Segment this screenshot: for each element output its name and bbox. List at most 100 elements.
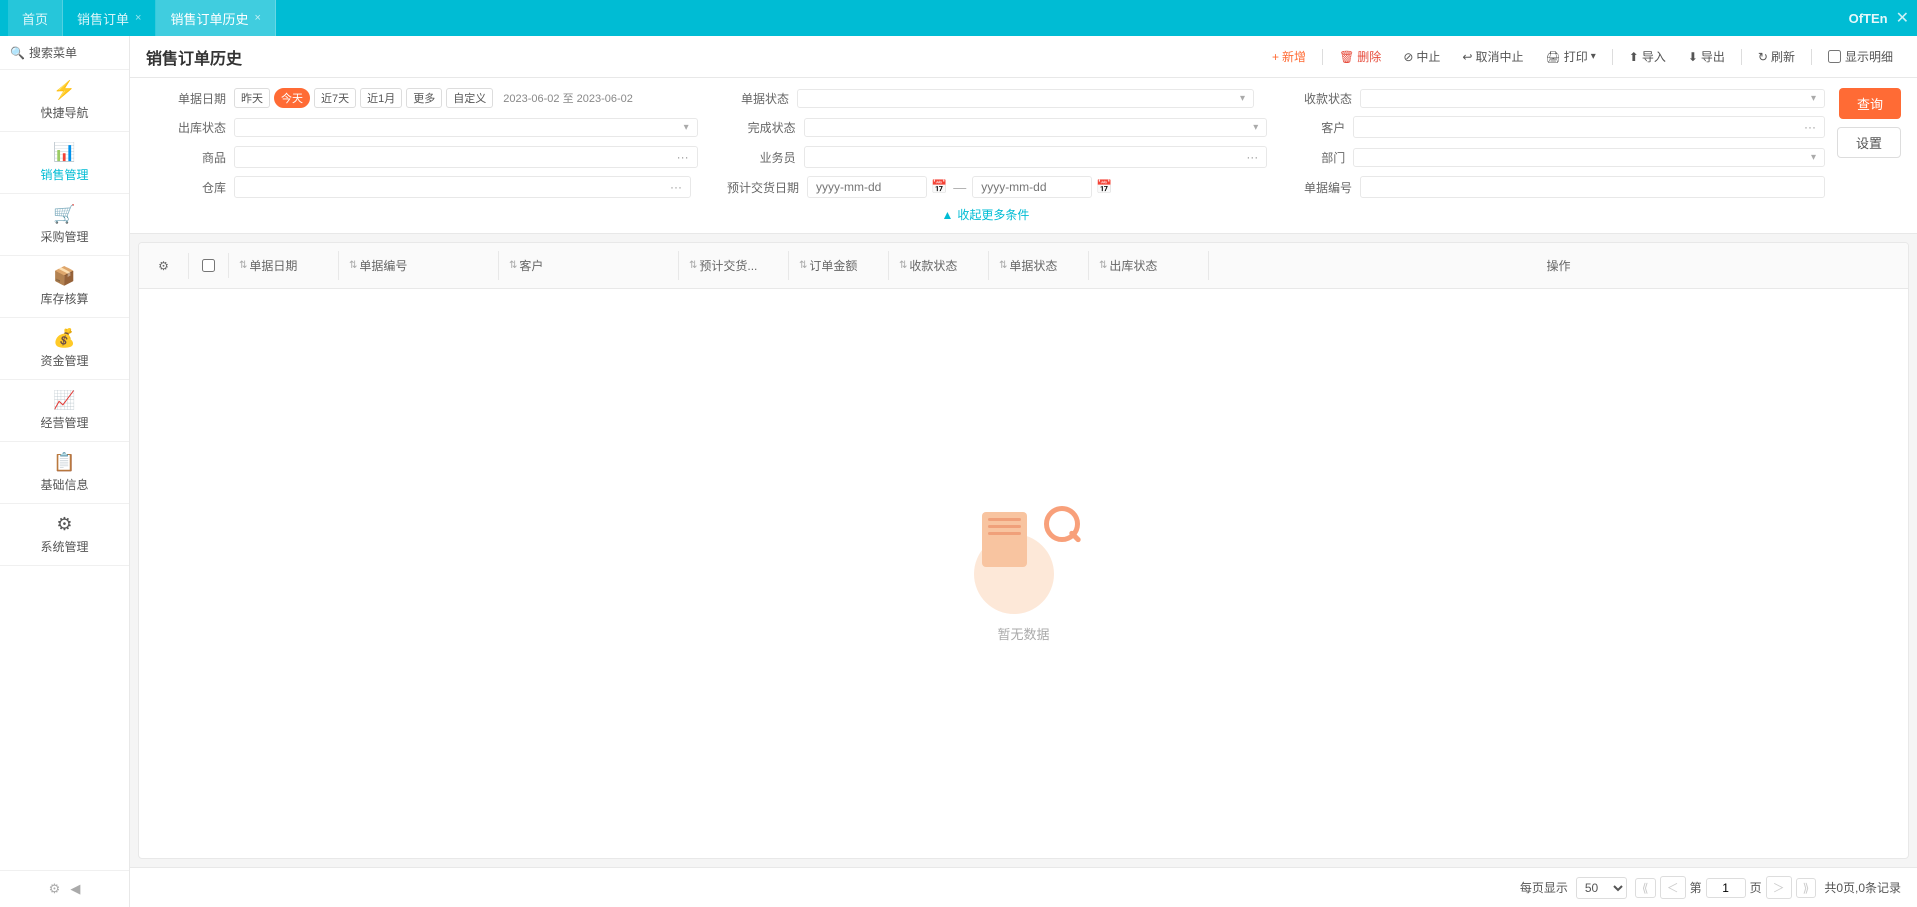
system-mgmt-icon: ⚙: [56, 514, 72, 535]
sidebar-item-ops-mgmt-label: 经营管理: [40, 414, 88, 431]
display-detail-checkbox[interactable]: [1828, 50, 1841, 63]
outbound-status-select[interactable]: ▾: [234, 118, 698, 137]
select-all-checkbox[interactable]: [202, 259, 215, 272]
page-number-input[interactable]: [1706, 878, 1746, 898]
th-doc-date[interactable]: ⇅ 单据日期: [229, 251, 339, 280]
date-btn-7days[interactable]: 近7天: [314, 88, 356, 108]
th-checkbox[interactable]: [189, 253, 229, 278]
window-close-button[interactable]: ✕: [1896, 8, 1909, 28]
delivery-date-end-icon[interactable]: 📅: [1096, 179, 1112, 195]
doc-line1: [988, 518, 1021, 521]
collapse-row[interactable]: ▲ 收起更多条件: [146, 206, 1825, 223]
sort-payment-icon: ⇅: [899, 260, 907, 271]
product-input[interactable]: ···: [234, 146, 698, 168]
delivery-date-start-icon[interactable]: 📅: [931, 179, 947, 195]
prev-page-button[interactable]: ＜: [1660, 876, 1686, 899]
date-btn-custom[interactable]: 自定义: [446, 88, 493, 108]
sidebar-search[interactable]: 🔍 搜索菜单: [0, 36, 129, 70]
th-delivery-date[interactable]: ⇅ 预计交货...: [679, 251, 789, 280]
display-detail-label: 显示明细: [1845, 48, 1893, 65]
table-footer: 每页显示 10 20 50 100 ⟪ ＜ 第 页 ＞ ⟫ 共0页,0条记录: [130, 867, 1917, 907]
sep4: [1811, 49, 1812, 65]
sidebar-item-quick-nav[interactable]: ⚡ 快捷导航: [0, 70, 129, 132]
top-bar-right: OfTEn ✕: [1849, 8, 1909, 28]
ops-icon: 📈: [53, 390, 75, 411]
print-label: 打印: [1564, 48, 1588, 65]
refresh-button[interactable]: ↻ 刷新: [1750, 44, 1803, 69]
tab-bar: 首页 销售订单 × 销售订单历史 ×: [8, 0, 276, 36]
sidebar-item-ops-mgmt[interactable]: 📈 经营管理: [0, 380, 129, 442]
date-btn-yesterday[interactable]: 昨天: [234, 88, 270, 108]
first-page-button[interactable]: ⟪: [1635, 878, 1656, 898]
query-button[interactable]: 查询: [1839, 88, 1901, 119]
cancel-stop-button[interactable]: ↩ 取消中止: [1454, 44, 1531, 69]
print-chevron-icon: ▾: [1591, 51, 1596, 62]
delete-button[interactable]: 🗑 删除: [1331, 44, 1389, 69]
date-btn-1month[interactable]: 近1月: [360, 88, 402, 108]
salesperson-input[interactable]: ···: [804, 146, 1268, 168]
th-amount-label: 订单金额: [809, 257, 857, 274]
sidebar-item-purchase-mgmt[interactable]: 🛒 采购管理: [0, 194, 129, 256]
sidebar-item-sales-mgmt-label: 销售管理: [40, 166, 88, 183]
payment-status-select[interactable]: ▾: [1360, 89, 1825, 108]
per-page-label: 每页显示: [1520, 879, 1568, 896]
tab-sales-order-history-close[interactable]: ×: [254, 12, 260, 24]
complete-status-select[interactable]: ▾: [804, 118, 1268, 137]
tab-sales-order-label: 销售订单: [77, 9, 129, 28]
delivery-date-end-input[interactable]: [972, 176, 1092, 198]
sort-status-icon: ⇅: [999, 260, 1007, 271]
export-button[interactable]: ⬇ 导出: [1680, 44, 1733, 69]
quick-nav-icon: ⚡: [53, 80, 75, 101]
tab-home[interactable]: 首页: [8, 0, 63, 36]
sidebar-item-sales-mgmt[interactable]: 📊 销售管理: [0, 132, 129, 194]
th-doc-no-label: 单据编号: [359, 257, 407, 274]
sidebar-settings-icon[interactable]: ⚙: [49, 881, 61, 897]
payment-status-chevron-icon: ▾: [1811, 93, 1816, 104]
cancel-stop-label: 取消中止: [1475, 48, 1523, 65]
next-page-button[interactable]: ＞: [1766, 876, 1792, 899]
display-detail-toggle[interactable]: 显示明细: [1820, 44, 1901, 69]
doc-no-input[interactable]: [1360, 176, 1825, 198]
doc-date-value: 昨天 今天 近7天 近1月 更多 自定义 2023-06-02 至 2023-0…: [234, 88, 699, 108]
per-page-select[interactable]: 10 20 50 100: [1576, 877, 1627, 899]
date-btn-today[interactable]: 今天: [274, 88, 310, 108]
import-button[interactable]: ⬆ 导入: [1621, 44, 1674, 69]
sidebar-item-system-mgmt[interactable]: ⚙ 系统管理: [0, 504, 129, 566]
sort-outbound-icon: ⇅: [1099, 260, 1107, 271]
tab-sales-order-history[interactable]: 销售订单历史 ×: [156, 0, 275, 36]
customer-input[interactable]: ···: [1353, 116, 1825, 138]
warehouse-input[interactable]: ···: [234, 176, 691, 198]
date-btn-more[interactable]: 更多: [406, 88, 442, 108]
export-icon: ⬇: [1688, 50, 1698, 64]
sidebar-item-inventory-check[interactable]: 📦 库存核算: [0, 256, 129, 318]
th-payment-status[interactable]: ⇅ 收款状态: [889, 251, 989, 280]
th-outbound-status[interactable]: ⇅ 出库状态: [1089, 251, 1209, 280]
empty-text: 暂无数据: [997, 624, 1049, 643]
dept-select[interactable]: ▾: [1353, 148, 1825, 167]
empty-doc: [982, 512, 1027, 567]
print-button[interactable]: 🖨 打印 ▾: [1537, 44, 1603, 69]
set-button[interactable]: 设置: [1837, 127, 1901, 158]
th-settings[interactable]: ⚙: [139, 253, 189, 279]
last-page-button[interactable]: ⟫: [1796, 878, 1817, 898]
new-button[interactable]: + 新增: [1264, 44, 1314, 69]
delivery-date-start-input[interactable]: [807, 176, 927, 198]
tab-sales-order[interactable]: 销售订单 ×: [63, 0, 156, 36]
page-suffix: 页: [1750, 879, 1762, 896]
th-doc-status[interactable]: ⇅ 单据状态: [989, 251, 1089, 280]
th-customer[interactable]: ⇅ 客户: [499, 251, 679, 280]
sidebar-collapse-icon[interactable]: ◀: [70, 881, 80, 897]
tab-home-label: 首页: [22, 9, 48, 28]
collapse-label: 收起更多条件: [957, 206, 1029, 223]
doc-status-select[interactable]: ▾: [797, 89, 1254, 108]
stop-button[interactable]: ⊘ 中止: [1395, 44, 1448, 69]
new-label: 新增: [1282, 48, 1306, 65]
sidebar-item-finance-mgmt[interactable]: 💰 资金管理: [0, 318, 129, 380]
th-order-amount[interactable]: ⇅ 订单金额: [789, 251, 889, 280]
customer-label: 客户: [1295, 119, 1345, 136]
cancel-stop-icon: ↩: [1462, 50, 1472, 64]
salesperson-label: 业务员: [726, 149, 796, 166]
tab-sales-order-close[interactable]: ×: [135, 12, 141, 24]
sidebar-item-basic-info[interactable]: 📋 基础信息: [0, 442, 129, 504]
th-doc-no[interactable]: ⇅ 单据编号: [339, 251, 499, 280]
